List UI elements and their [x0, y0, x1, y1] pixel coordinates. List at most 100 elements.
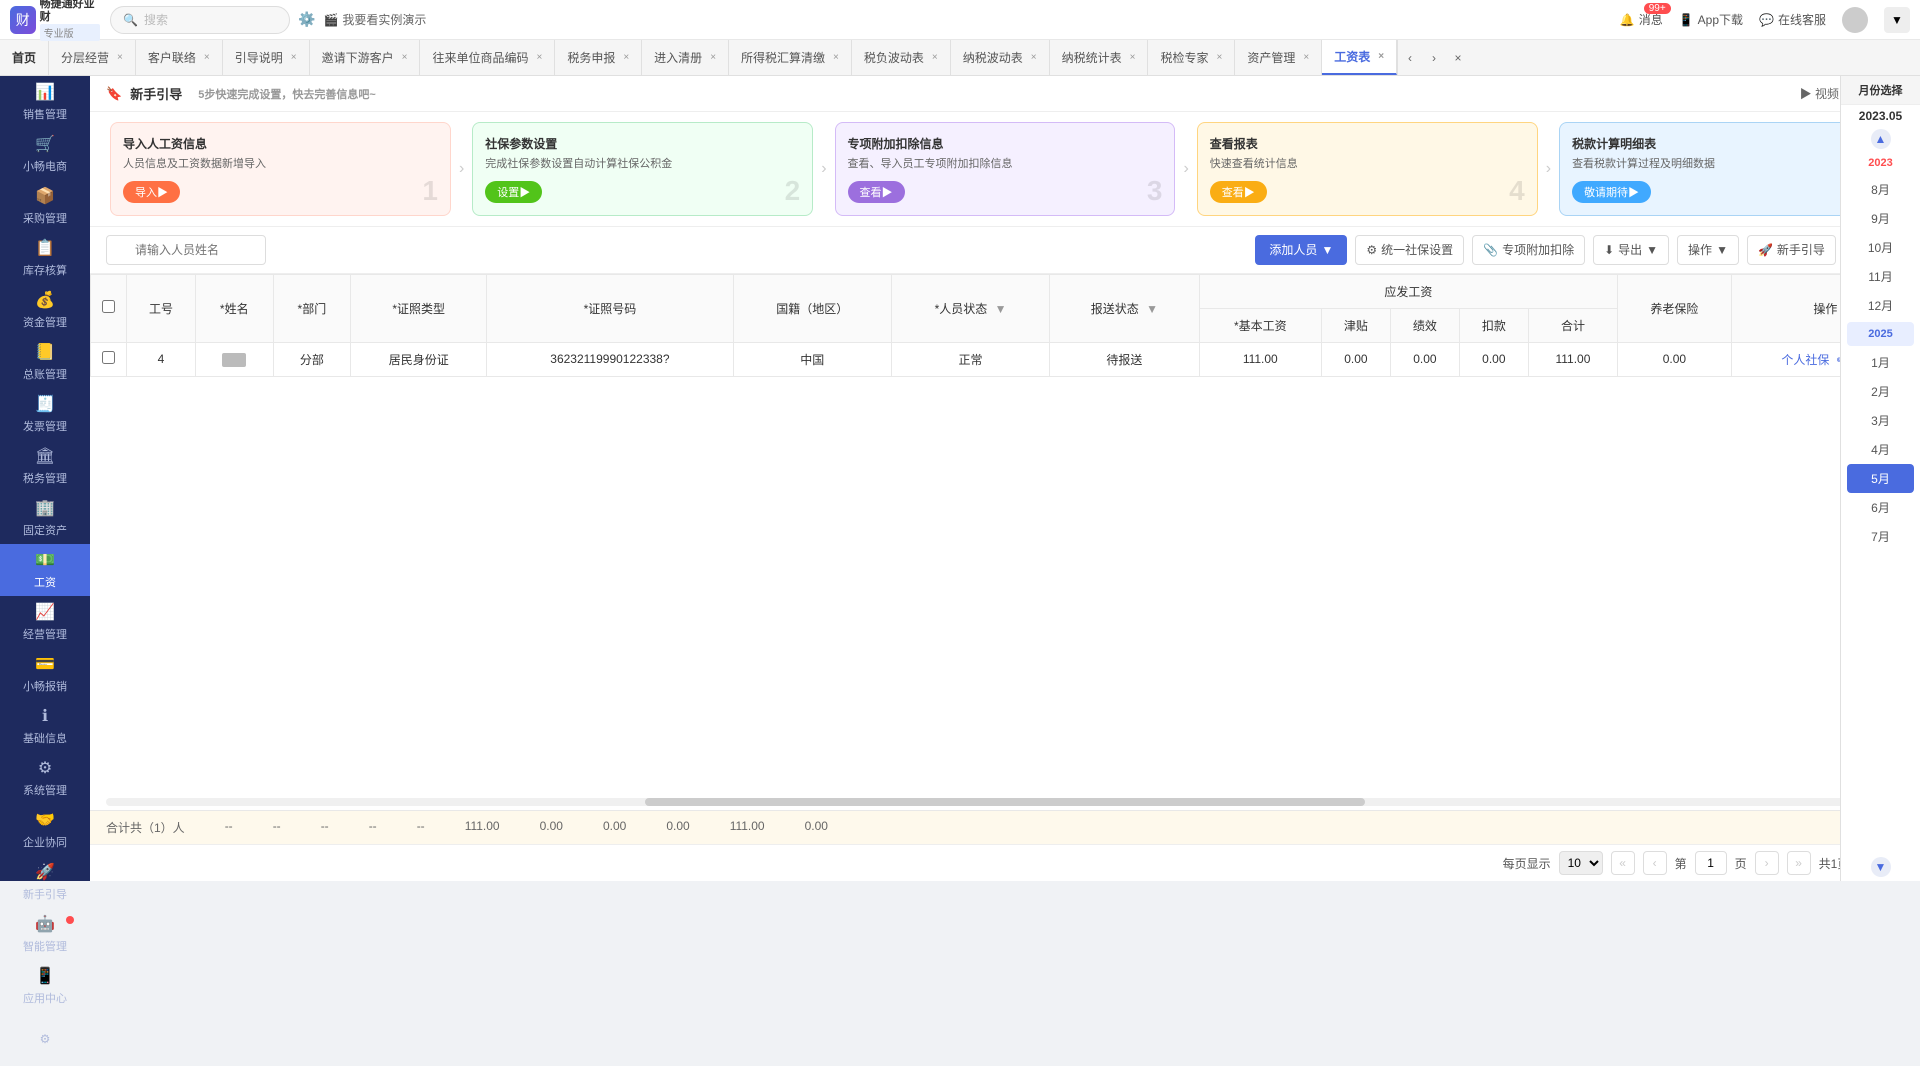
sidebar-item-system[interactable]: ⚙ 系统管理: [0, 752, 90, 804]
tab-tax-stats[interactable]: 纳税统计表 ×: [1050, 40, 1149, 75]
sidebar-item-finance[interactable]: 💰 资金管理: [0, 284, 90, 336]
tab-guide[interactable]: 引导说明 ×: [223, 40, 310, 75]
newbie-guide-btn[interactable]: 🚀 新手引导: [1747, 235, 1836, 265]
export-btn[interactable]: ⬇ 导出 ▼: [1593, 235, 1669, 265]
month-item-3[interactable]: 3月: [1841, 406, 1920, 435]
month-down-btn[interactable]: ▼: [1871, 857, 1891, 877]
step-3-btn[interactable]: 查看▶: [848, 181, 905, 203]
sidebar-item-tax[interactable]: 🏛 税务管理: [0, 440, 90, 492]
sidebar-item-salary[interactable]: 💵 工资: [0, 544, 90, 596]
first-page-btn[interactable]: «: [1611, 851, 1635, 875]
search-box[interactable]: 🔍 搜索: [110, 6, 290, 34]
tab-close[interactable]: ×: [932, 52, 938, 63]
sidebar-item-ledger[interactable]: 📒 总账管理: [0, 336, 90, 388]
tab-invite-customer[interactable]: 邀请下游客户 ×: [310, 40, 421, 75]
sidebar-item-expense[interactable]: 💳 小畅报销: [0, 648, 90, 700]
month-up-btn[interactable]: ▲: [1871, 129, 1891, 149]
month-item-11[interactable]: 11月: [1841, 262, 1920, 291]
sidebar-item-newbie[interactable]: 🚀 新手引导: [0, 856, 90, 908]
tab-tax-burden[interactable]: 税负波动表 ×: [852, 40, 951, 75]
tab-close[interactable]: ×: [1303, 52, 1309, 63]
page-number-input[interactable]: [1695, 851, 1727, 875]
tab-customer-contact[interactable]: 客户联络 ×: [136, 40, 223, 75]
nav-prev-arrow[interactable]: ‹: [1398, 51, 1422, 65]
staff-search-input[interactable]: [106, 235, 266, 265]
month-item-9[interactable]: 9月: [1841, 204, 1920, 233]
tab-close[interactable]: ×: [1031, 52, 1037, 63]
month-item-4[interactable]: 4月: [1841, 435, 1920, 464]
step-1-btn[interactable]: 导入▶: [123, 181, 180, 203]
step-4-btn[interactable]: 查看▶: [1210, 181, 1267, 203]
notice-btn[interactable]: 🔔 消息 99+: [1620, 11, 1663, 28]
avatar[interactable]: [1842, 7, 1868, 33]
tab-close[interactable]: ×: [402, 52, 408, 63]
tab-salary[interactable]: 工资表 ×: [1322, 40, 1397, 75]
add-person-btn[interactable]: 添加人员 ▼: [1255, 235, 1347, 265]
month-item-5-active[interactable]: 5月: [1847, 464, 1914, 493]
sidebar-item-app-center[interactable]: 📱 应用中心: [0, 960, 90, 1012]
month-item-1[interactable]: 1月: [1841, 348, 1920, 377]
sidebar-label: 智能管理: [23, 938, 67, 954]
operation-btn[interactable]: 操作 ▼: [1677, 235, 1739, 265]
status-filter-icon[interactable]: ▼: [995, 302, 1007, 316]
tab-tax-expert[interactable]: 税检专家 ×: [1148, 40, 1235, 75]
tab-home[interactable]: 首页: [0, 40, 49, 75]
deduction-btn[interactable]: 📎 专项附加扣除: [1472, 235, 1585, 265]
prev-page-btn[interactable]: ‹: [1643, 851, 1667, 875]
sidebar-item-inventory[interactable]: 📋 库存核算: [0, 232, 90, 284]
next-page-btn[interactable]: ›: [1755, 851, 1779, 875]
tab-close[interactable]: ×: [204, 52, 210, 63]
nav-next-arrow[interactable]: ›: [1422, 51, 1446, 65]
sidebar-item-invoice[interactable]: 🧾 发票管理: [0, 388, 90, 440]
tab-close[interactable]: ×: [833, 52, 839, 63]
tab-close[interactable]: ×: [117, 52, 123, 63]
step-2-btn[interactable]: 设置▶: [485, 181, 542, 203]
tab-tax-report[interactable]: 税务申报 ×: [555, 40, 642, 75]
sidebar-item-purchase[interactable]: 📦 采购管理: [0, 180, 90, 232]
row-checkbox[interactable]: [102, 351, 115, 364]
step-5-btn[interactable]: 敬请期待▶: [1572, 181, 1651, 203]
tab-clearance[interactable]: 进入清册 ×: [642, 40, 729, 75]
month-item-2[interactable]: 2月: [1841, 377, 1920, 406]
tab-asset-mgmt[interactable]: 资产管理 ×: [1235, 40, 1322, 75]
sidebar-item-ecommerce[interactable]: 🛒 小畅电商: [0, 128, 90, 180]
bottom-settings[interactable]: ⚙: [0, 1022, 90, 1056]
tab-close[interactable]: ×: [536, 52, 542, 63]
sidebar-item-fixed-assets[interactable]: 🏢 固定资产: [0, 492, 90, 544]
month-item-10[interactable]: 10月: [1841, 233, 1920, 262]
nav-close-all[interactable]: ×: [1446, 51, 1470, 65]
tab-close[interactable]: ×: [291, 52, 297, 63]
month-item-8[interactable]: 8月: [1841, 175, 1920, 204]
tab-income-tax[interactable]: 所得税汇算清缴 ×: [729, 40, 852, 75]
tab-layered-ops[interactable]: 分层经营 ×: [49, 40, 136, 75]
sidebar-item-basic-info[interactable]: ℹ 基础信息: [0, 700, 90, 752]
tab-close[interactable]: ×: [710, 52, 716, 63]
tab-close[interactable]: ×: [1378, 51, 1384, 62]
app-download-btn[interactable]: 📱 App下载: [1679, 11, 1743, 28]
tab-close[interactable]: ×: [1216, 52, 1222, 63]
page-size-select[interactable]: 10 20 50: [1559, 851, 1603, 875]
settings-icon[interactable]: ⚙️: [298, 11, 315, 28]
month-item-12[interactable]: 12月: [1841, 291, 1920, 320]
sidebar-item-collab[interactable]: 🤝 企业协同: [0, 804, 90, 856]
month-item-6[interactable]: 6月: [1841, 493, 1920, 522]
video-label: 视频: [1815, 87, 1839, 101]
tab-close[interactable]: ×: [1130, 52, 1136, 63]
service-btn[interactable]: 💬 在线客服: [1759, 11, 1826, 28]
sidebar-item-ai[interactable]: 🤖 智能管理: [0, 908, 90, 960]
tab-goods-code[interactable]: 往来单位商品编码 ×: [420, 40, 555, 75]
tab-close[interactable]: ×: [623, 52, 629, 63]
last-page-btn[interactable]: »: [1787, 851, 1811, 875]
report-filter-icon[interactable]: ▼: [1146, 302, 1158, 316]
social-insurance-btn[interactable]: ⚙ 统一社保设置: [1355, 235, 1464, 265]
demo-btn[interactable]: 🎬 我要看实例演示: [323, 11, 426, 28]
personal-insurance-link[interactable]: 个人社保: [1781, 353, 1829, 367]
sidebar-item-operations[interactable]: 📈 经营管理: [0, 596, 90, 648]
user-menu-icon[interactable]: ▼: [1884, 7, 1910, 33]
sidebar-item-sales[interactable]: 📊 销售管理: [0, 76, 90, 128]
video-btn[interactable]: ▶ 视频: [1800, 85, 1839, 102]
horizontal-scrollbar-thumb[interactable]: [645, 798, 1364, 806]
select-all-checkbox[interactable]: [102, 300, 115, 313]
tab-tax-wave[interactable]: 纳税波动表 ×: [951, 40, 1050, 75]
month-item-7[interactable]: 7月: [1841, 522, 1920, 551]
